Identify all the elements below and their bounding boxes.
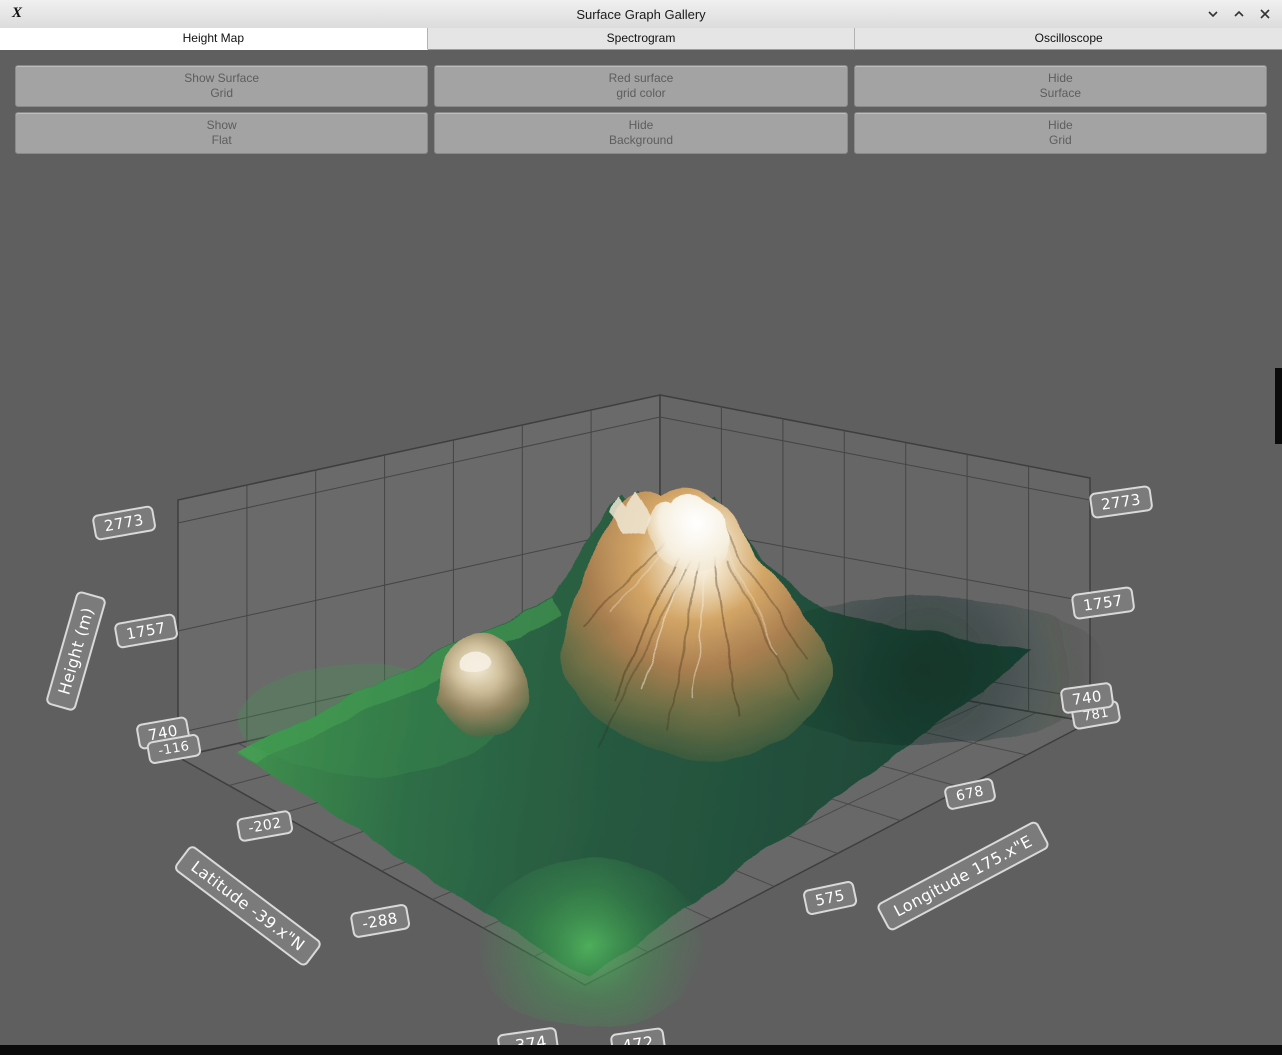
- show-flat-button[interactable]: Show Flat: [15, 112, 428, 154]
- window-bottom-edge: [0, 1045, 1282, 1055]
- tab-height-map[interactable]: Height Map: [0, 28, 428, 50]
- hide-background-button[interactable]: Hide Background: [434, 112, 847, 154]
- chevron-up-icon: [1233, 8, 1245, 20]
- surface-plot-area: 2773 1757 740 Height (m) -116 -202 -288 …: [0, 158, 1282, 1055]
- window-title: Surface Graph Gallery: [0, 7, 1282, 22]
- window-controls: [1204, 0, 1274, 28]
- hide-grid-button[interactable]: Hide Grid: [854, 112, 1267, 154]
- button-label: Flat: [16, 133, 427, 148]
- button-label: Surface: [855, 86, 1266, 101]
- secondary-peak-snow: [462, 655, 492, 675]
- tab-spectrogram[interactable]: Spectrogram: [428, 28, 856, 50]
- screen-artifact: [1275, 368, 1282, 444]
- button-label: Red surface: [435, 71, 846, 86]
- button-label: Grid: [855, 133, 1266, 148]
- app-icon: X: [8, 4, 26, 22]
- terrain-front-highlight: [475, 860, 705, 1030]
- tab-oscilloscope[interactable]: Oscilloscope: [855, 28, 1282, 50]
- toolbar: Show Surface Grid Red surface grid color…: [0, 50, 1282, 154]
- button-label: Hide: [855, 118, 1266, 133]
- button-label: Grid: [16, 86, 427, 101]
- chevron-down-icon: [1207, 8, 1219, 20]
- button-label: Background: [435, 133, 846, 148]
- hide-surface-button[interactable]: Hide Surface: [854, 65, 1267, 107]
- close-button[interactable]: [1256, 5, 1274, 23]
- minimize-button[interactable]: [1204, 5, 1222, 23]
- red-surface-grid-color-button[interactable]: Red surface grid color: [434, 65, 847, 107]
- button-label: Hide: [435, 118, 846, 133]
- maximize-button[interactable]: [1230, 5, 1248, 23]
- show-surface-grid-button[interactable]: Show Surface Grid: [15, 65, 428, 107]
- button-label: grid color: [435, 86, 846, 101]
- button-label: Show: [16, 118, 427, 133]
- button-label: Show Surface: [16, 71, 427, 86]
- titlebar: X Surface Graph Gallery: [0, 0, 1282, 29]
- close-icon: [1259, 8, 1271, 20]
- content-area: Show Surface Grid Red surface grid color…: [0, 50, 1282, 1055]
- button-label: Hide: [855, 71, 1266, 86]
- tab-bar: Height Map Spectrogram Oscilloscope: [0, 28, 1282, 50]
- app-window: X Surface Graph Gallery Height Map Spec: [0, 0, 1282, 1055]
